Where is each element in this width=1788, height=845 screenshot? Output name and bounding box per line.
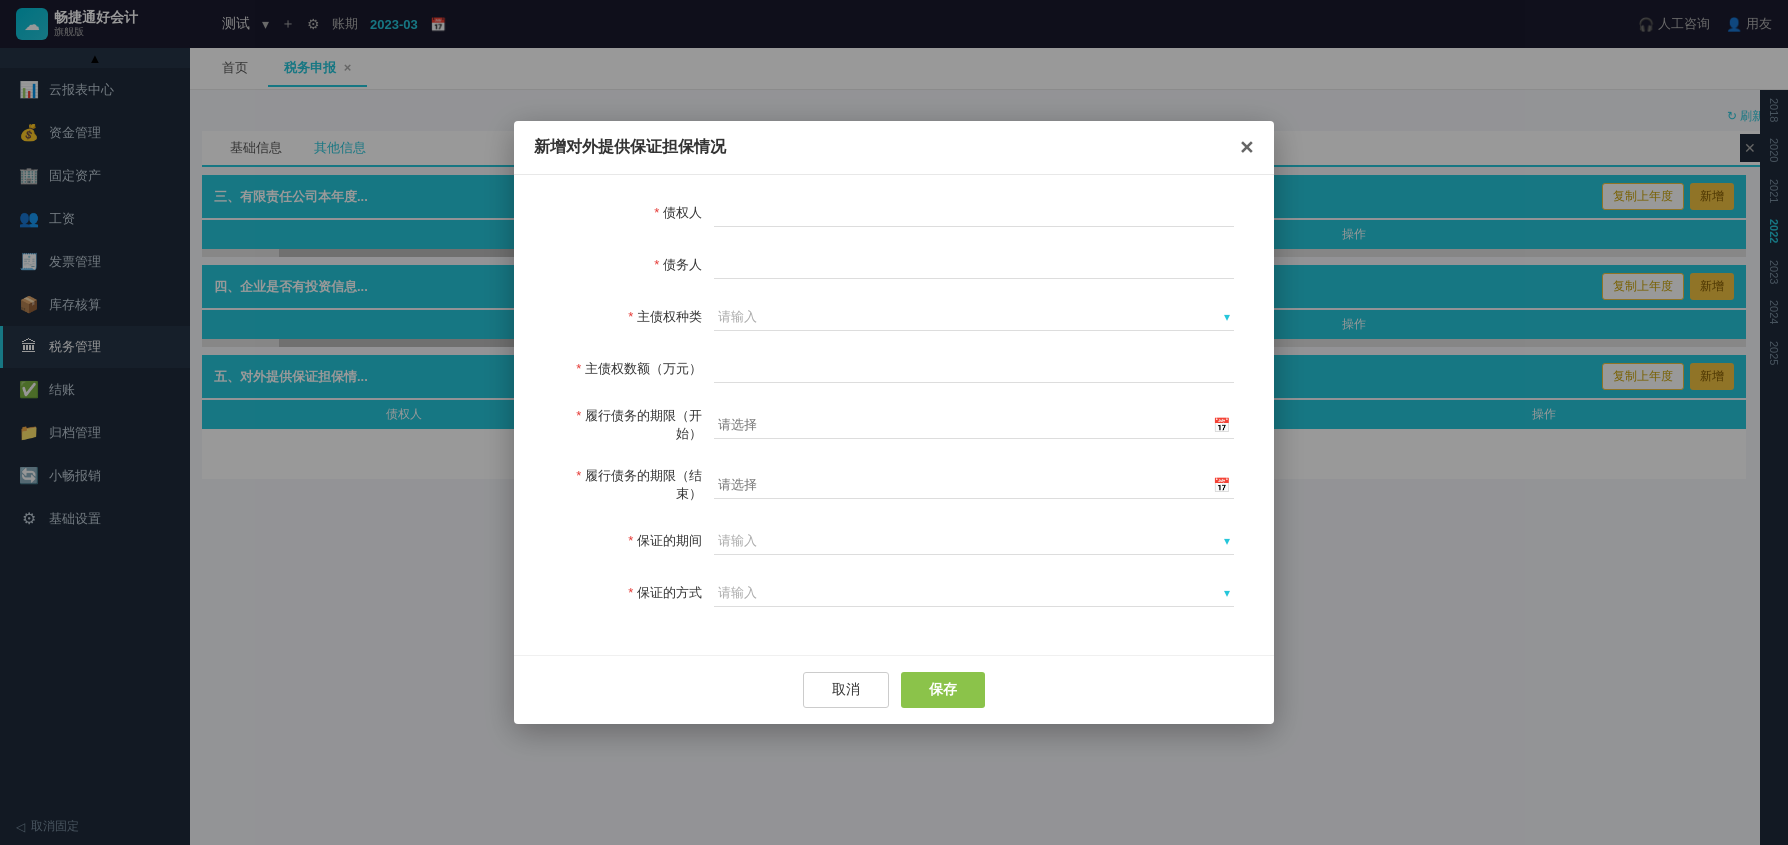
label-creditor: * 债权人 [554,204,714,222]
date-wrap-end: 📅 [714,471,1234,499]
cancel-button[interactable]: 取消 [803,672,889,708]
date-input-end[interactable] [714,471,1234,499]
dialog-body: * 债权人 * 债务人 * 主债权种类 [514,175,1274,655]
form-row-debtor: * 债务人 [554,251,1234,279]
input-claim-amount[interactable] [714,355,1234,383]
dialog-close-btn[interactable]: ✕ [1239,139,1254,157]
date-wrap-start: 📅 [714,411,1234,439]
add-guarantee-dialog: 新增对外提供保证担保情况 ✕ * 债权人 * 债务人 [514,121,1274,724]
date-input-start[interactable] [714,411,1234,439]
input-creditor[interactable] [714,199,1234,227]
dialog-footer: 取消 保存 [514,655,1274,724]
form-row-guarantee-period: * 保证的期间 请输入 ▾ [554,527,1234,555]
label-guarantee-period: * 保证的期间 [554,532,714,550]
form-row-creditor: * 债权人 [554,199,1234,227]
label-debtor: * 债务人 [554,256,714,274]
dialog-overlay: 新增对外提供保证担保情况 ✕ * 债权人 * 债务人 [0,0,1788,845]
dialog-header: 新增对外提供保证担保情况 ✕ [514,121,1274,175]
save-button[interactable]: 保存 [901,672,985,708]
select-wrap-guarantee-method: 请输入 ▾ [714,579,1234,607]
label-claim-amount: * 主债权数额（万元） [554,360,714,378]
select-guarantee-period[interactable]: 请输入 [714,527,1234,555]
label-period-end: * 履行债务的期限（结束） [554,467,714,503]
label-period-start: * 履行债务的期限（开始） [554,407,714,443]
select-wrap-guarantee-period: 请输入 ▾ [714,527,1234,555]
label-claim-type: * 主债权种类 [554,308,714,326]
input-debtor[interactable] [714,251,1234,279]
dialog-title: 新增对外提供保证担保情况 [534,137,726,158]
form-row-claim-amount: * 主债权数额（万元） [554,355,1234,383]
select-wrap-claim-type: 请输入 ▾ [714,303,1234,331]
select-guarantee-method[interactable]: 请输入 [714,579,1234,607]
form-row-period-end: * 履行债务的期限（结束） 📅 [554,467,1234,503]
form-row-period-start: * 履行债务的期限（开始） 📅 [554,407,1234,443]
label-guarantee-method: * 保证的方式 [554,584,714,602]
select-claim-type[interactable]: 请输入 [714,303,1234,331]
form-row-claim-type: * 主债权种类 请输入 ▾ [554,303,1234,331]
form-row-guarantee-method: * 保证的方式 请输入 ▾ [554,579,1234,607]
